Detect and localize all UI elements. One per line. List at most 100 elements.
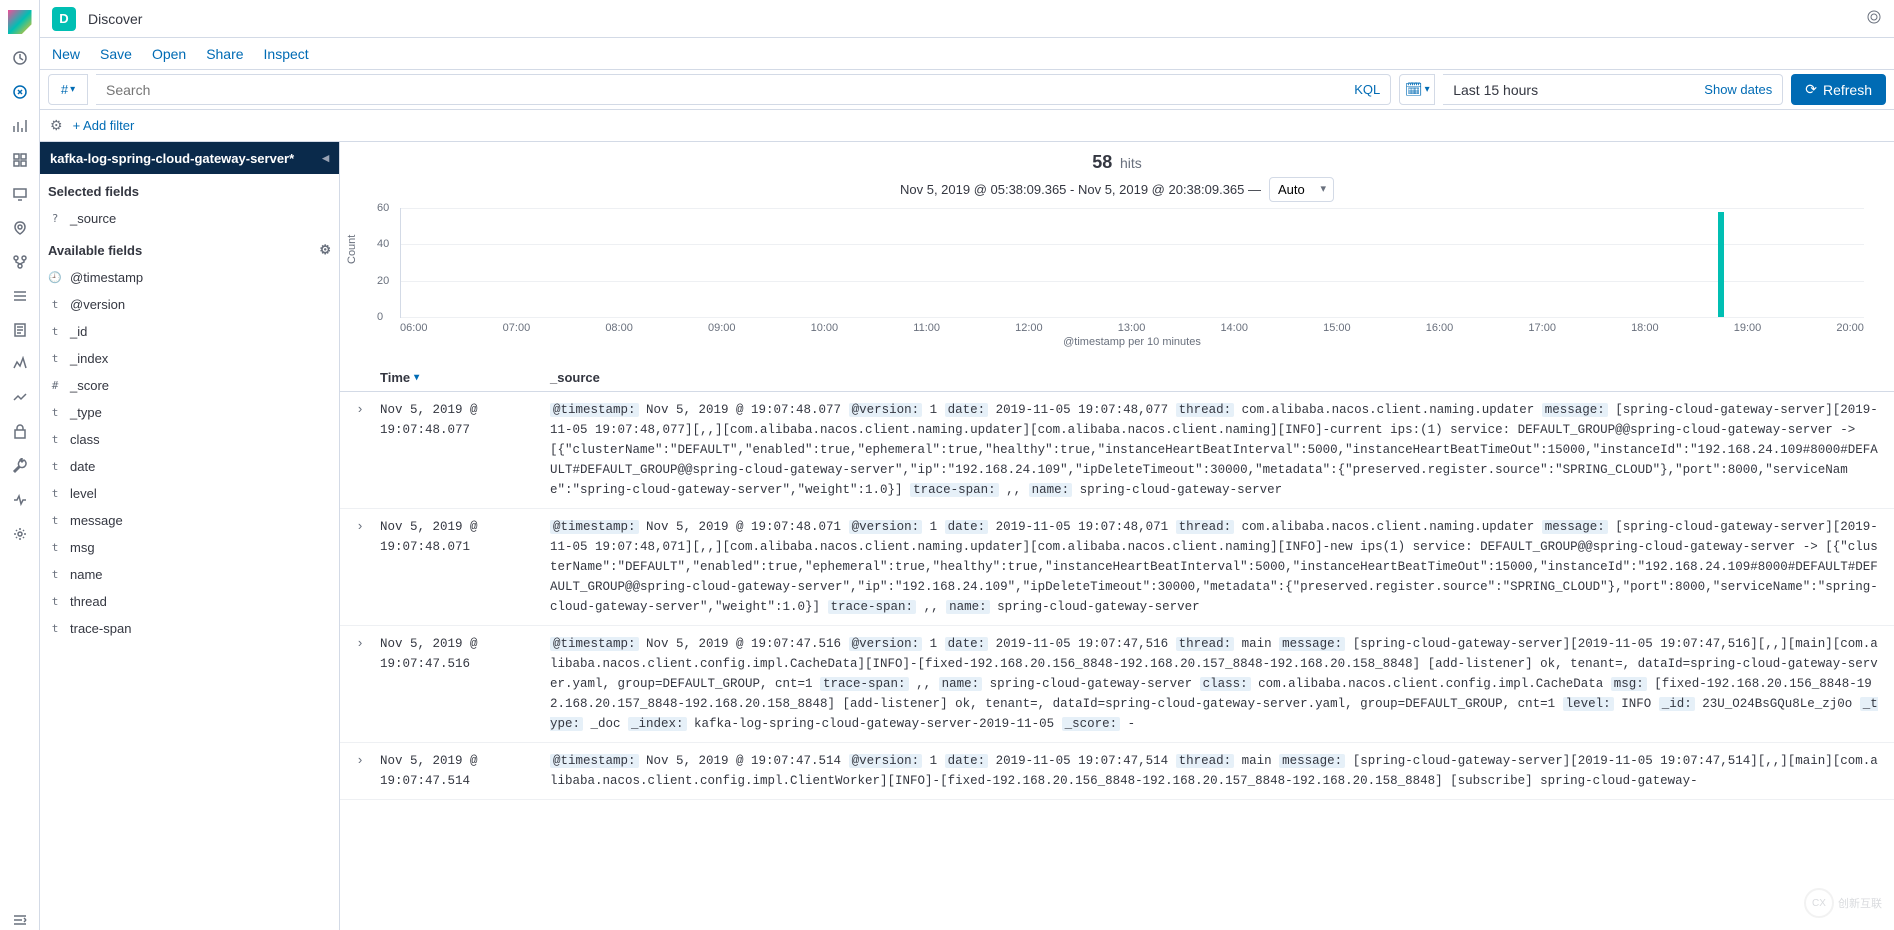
help-icon[interactable] [1866, 9, 1882, 28]
x-tick: 18:00 [1631, 322, 1659, 334]
nav-ml-icon[interactable] [10, 252, 30, 272]
app-title: Discover [88, 11, 142, 27]
field-key: msg: [1611, 677, 1647, 691]
nav-monitoring-icon[interactable] [10, 490, 30, 510]
x-tick: 17:00 [1528, 322, 1556, 334]
field-key: date: [945, 520, 989, 534]
field-item[interactable]: tmessage [40, 507, 339, 534]
field-name: _index [70, 351, 108, 366]
show-dates-link[interactable]: Show dates [1704, 82, 1772, 97]
field-item[interactable]: tdate [40, 453, 339, 480]
kql-toggle[interactable]: KQL [1354, 82, 1380, 97]
nav-visualize-icon[interactable] [10, 116, 30, 136]
menubar: New Save Open Share Inspect [40, 38, 1894, 70]
field-item[interactable]: tlevel [40, 480, 339, 507]
nav-uptime-icon[interactable] [10, 388, 30, 408]
field-name: _type [70, 405, 102, 420]
nav-collapse-icon[interactable] [10, 910, 30, 930]
table-row: ›Nov 5, 2019 @ 19:07:47.516 @timestamp: … [340, 626, 1894, 743]
expand-row-icon[interactable]: › [340, 751, 380, 791]
sort-desc-icon: ▾ [414, 372, 419, 383]
add-filter-button[interactable]: + Add filter [73, 118, 135, 133]
filter-settings-icon[interactable]: ⚙ [50, 117, 63, 134]
fields-settings-icon[interactable]: ⚙ [319, 242, 331, 258]
app-badge: D [52, 7, 76, 31]
menu-save[interactable]: Save [100, 46, 132, 62]
x-tick: 10:00 [811, 322, 839, 334]
field-type-icon: t [48, 325, 62, 338]
refresh-button[interactable]: ⟳ Refresh [1791, 74, 1886, 105]
nav-dashboard-icon[interactable] [10, 150, 30, 170]
field-item[interactable]: t _id [40, 318, 339, 345]
x-tick: 20:00 [1836, 322, 1864, 334]
nav-recent-icon[interactable] [10, 48, 30, 68]
nav-logs-icon[interactable] [10, 320, 30, 340]
nav-maps-icon[interactable] [10, 218, 30, 238]
nav-infra-icon[interactable] [10, 286, 30, 306]
field-key: @version: [849, 403, 923, 417]
field-key: @timestamp: [550, 520, 639, 534]
nav-devtools-icon[interactable] [10, 456, 30, 476]
th-time[interactable]: Time ▾ [380, 370, 550, 385]
field-item[interactable]: t@version [40, 291, 339, 318]
collapse-sidebar-icon[interactable]: ◂ [322, 150, 329, 166]
expand-row-icon[interactable]: › [340, 517, 380, 617]
field-key: trace-span: [910, 483, 999, 497]
field-type-icon: t [48, 568, 62, 581]
field-name: @version [70, 297, 125, 312]
menu-open[interactable]: Open [152, 46, 186, 62]
field-key: name: [939, 677, 983, 691]
field-key: thread: [1176, 754, 1235, 768]
menu-share[interactable]: Share [206, 46, 243, 62]
field-key: trace-span: [828, 600, 917, 614]
field-type-icon: t [48, 622, 62, 635]
topbar: D Discover [40, 0, 1894, 38]
side-nav [0, 0, 40, 930]
nav-siem-icon[interactable] [10, 422, 30, 442]
field-item[interactable]: t_index [40, 345, 339, 372]
x-tick: 16:00 [1426, 322, 1454, 334]
field-type-icon: t [48, 595, 62, 608]
field-item[interactable]: tmsg [40, 534, 339, 561]
field-item[interactable]: tname [40, 561, 339, 588]
field-key: _id: [1659, 697, 1695, 711]
kibana-logo[interactable] [8, 10, 32, 34]
chart-xlabel: @timestamp per 10 minutes [400, 336, 1864, 348]
x-tick: 12:00 [1015, 322, 1043, 334]
date-range[interactable]: Last 15 hours Show dates [1443, 74, 1783, 105]
nav-canvas-icon[interactable] [10, 184, 30, 204]
field-item[interactable]: ?_source [40, 205, 339, 232]
field-name: message [70, 513, 123, 528]
histogram-chart[interactable]: Count 0204060 06:0007:0008:0009:0010:001… [340, 208, 1894, 358]
results-panel: 58 hits Nov 5, 2019 @ 05:38:09.365 - Nov… [340, 142, 1894, 930]
search-input[interactable] [106, 82, 1354, 98]
field-item[interactable]: 🕘@timestamp [40, 264, 339, 291]
field-item[interactable]: t_type [40, 399, 339, 426]
table-header: Time ▾ _source [340, 364, 1894, 392]
field-key: @version: [849, 637, 923, 651]
expand-row-icon[interactable]: › [340, 400, 380, 500]
nav-discover-icon[interactable] [10, 82, 30, 102]
menu-inspect[interactable]: Inspect [264, 46, 309, 62]
field-name: _id [70, 324, 87, 339]
nav-apm-icon[interactable] [10, 354, 30, 374]
th-source[interactable]: _source [550, 370, 600, 385]
doc-source: @timestamp: Nov 5, 2019 @ 19:07:47.516 @… [550, 634, 1884, 734]
interval-select[interactable]: Auto [1269, 177, 1334, 202]
chart-bar[interactable] [1718, 212, 1724, 317]
expand-row-icon[interactable]: › [340, 634, 380, 734]
doc-time: Nov 5, 2019 @ 19:07:48.077 [380, 400, 550, 500]
date-quick-button[interactable]: 🗓 ▾ [1399, 74, 1435, 105]
field-item[interactable]: #_score [40, 372, 339, 399]
index-pattern[interactable]: kafka-log-spring-cloud-gateway-server* ◂ [40, 142, 339, 174]
x-tick: 15:00 [1323, 322, 1351, 334]
menu-new[interactable]: New [52, 46, 80, 62]
field-item[interactable]: tthread [40, 588, 339, 615]
field-item[interactable]: ttrace-span [40, 615, 339, 642]
field-item[interactable]: tclass [40, 426, 339, 453]
index-selector[interactable]: # ▾ [48, 74, 88, 105]
nav-management-icon[interactable] [10, 524, 30, 544]
table-row: ›Nov 5, 2019 @ 19:07:48.077 @timestamp: … [340, 392, 1894, 509]
doc-source: @timestamp: Nov 5, 2019 @ 19:07:47.514 @… [550, 751, 1884, 791]
field-key: level: [1563, 697, 1614, 711]
